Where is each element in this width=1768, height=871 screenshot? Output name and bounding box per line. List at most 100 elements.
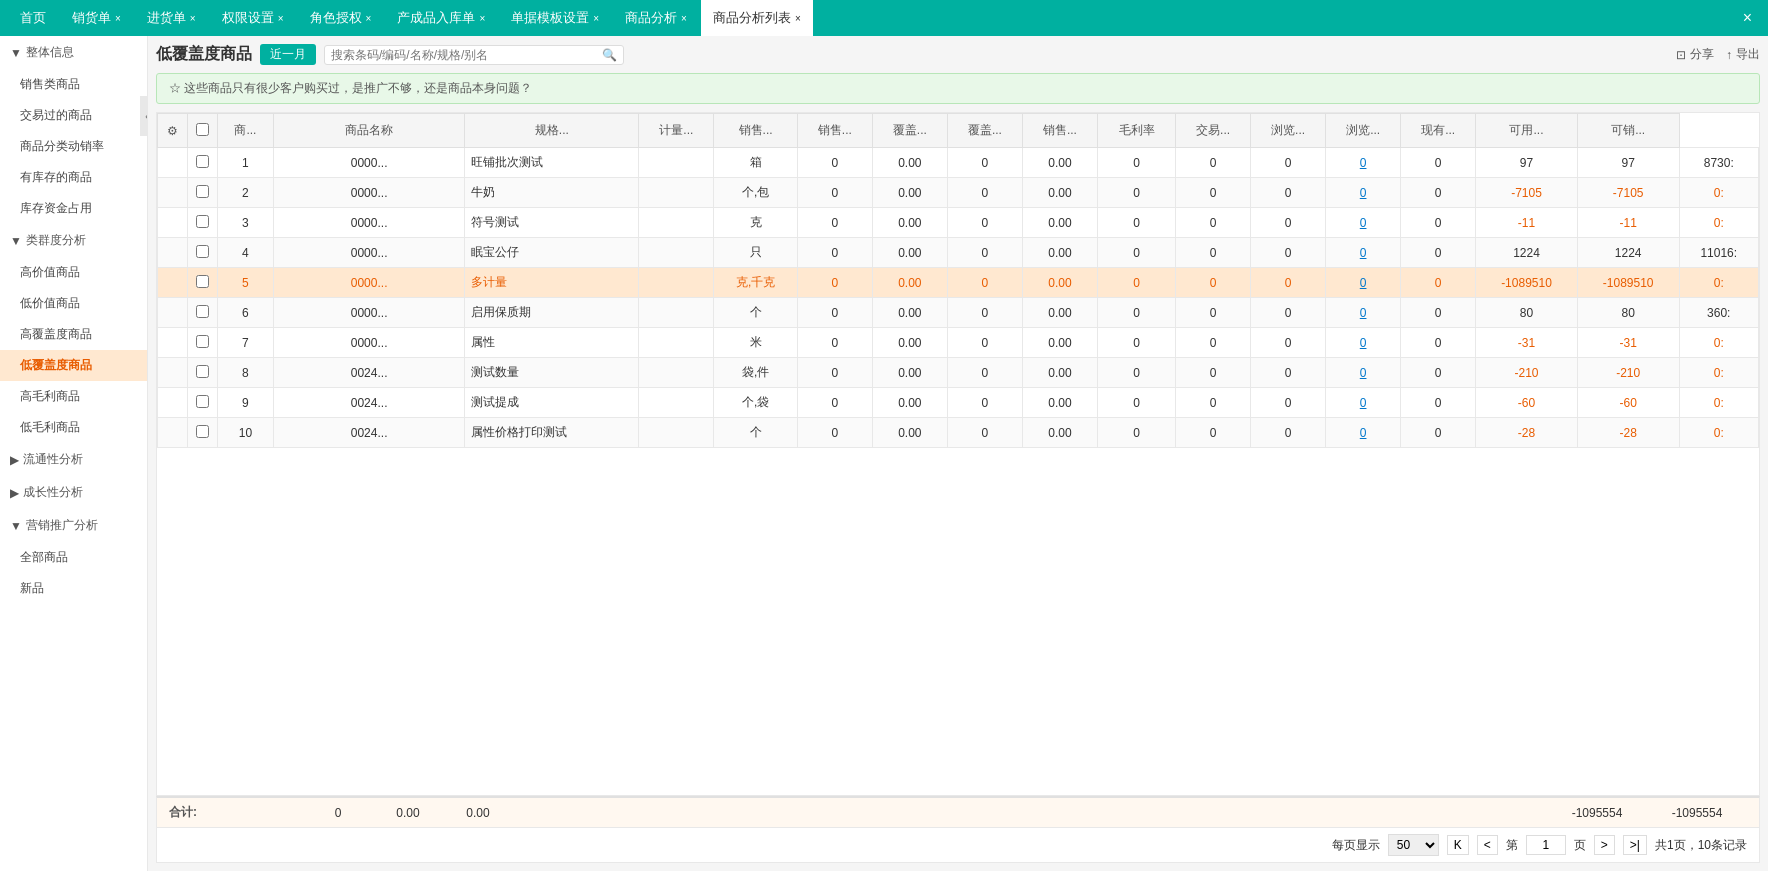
nav-roles-close[interactable]: ×: [366, 13, 372, 24]
period-button[interactable]: 近一月: [260, 44, 316, 65]
row-select[interactable]: [196, 215, 209, 228]
row-browse1[interactable]: 0: [1326, 418, 1401, 448]
row-select[interactable]: [196, 305, 209, 318]
row-checkbox[interactable]: [188, 418, 218, 448]
sidebar-item-all-goods[interactable]: 全部商品: [0, 542, 147, 573]
sidebar-section-overview[interactable]: ▼ 整体信息: [0, 36, 147, 69]
search-box[interactable]: 🔍: [324, 45, 624, 65]
row-settings[interactable]: [158, 268, 188, 298]
row-checkbox[interactable]: [188, 328, 218, 358]
nav-analysis[interactable]: 商品分析 ×: [613, 0, 699, 36]
col-gross-margin[interactable]: 毛利率: [1097, 114, 1175, 148]
col-unit[interactable]: 计量...: [639, 114, 714, 148]
row-checkbox[interactable]: [188, 148, 218, 178]
row-browse1[interactable]: 0: [1326, 358, 1401, 388]
first-page-btn[interactable]: K: [1447, 835, 1469, 855]
col-code[interactable]: 商...: [218, 114, 274, 148]
col-settings[interactable]: ⚙: [158, 114, 188, 148]
row-browse1[interactable]: 0: [1326, 388, 1401, 418]
search-icon[interactable]: 🔍: [602, 48, 617, 62]
row-settings[interactable]: [158, 148, 188, 178]
sidebar-item-low-value[interactable]: 低价值商品: [0, 288, 147, 319]
sidebar-item-high-value[interactable]: 高价值商品: [0, 257, 147, 288]
data-table-container[interactable]: ⚙ 商... 商品名称 规格... 计量... 销售... 销售... 覆盖..…: [156, 112, 1760, 796]
export-button[interactable]: ↑ 导出: [1726, 46, 1760, 63]
col-name[interactable]: 商品名称: [273, 114, 464, 148]
nav-permissions-close[interactable]: ×: [278, 13, 284, 24]
row-browse1[interactable]: 0: [1326, 238, 1401, 268]
row-browse1[interactable]: 0: [1326, 298, 1401, 328]
col-trade[interactable]: 交易...: [1176, 114, 1251, 148]
row-checkbox[interactable]: [188, 388, 218, 418]
search-input[interactable]: [331, 48, 598, 62]
page-number-input[interactable]: [1526, 835, 1566, 855]
row-settings[interactable]: [158, 328, 188, 358]
row-checkbox[interactable]: [188, 178, 218, 208]
sidebar-section-liquidity[interactable]: ▶ 流通性分析: [0, 443, 147, 476]
sidebar-section-cluster[interactable]: ▼ 类群度分析: [0, 224, 147, 257]
per-page-select[interactable]: 50 100 200: [1388, 834, 1439, 856]
select-all-checkbox[interactable]: [196, 123, 209, 136]
sidebar-section-growth[interactable]: ▶ 成长性分析: [0, 476, 147, 509]
nav-template[interactable]: 单据模板设置 ×: [499, 0, 611, 36]
row-settings[interactable]: [158, 238, 188, 268]
row-browse1[interactable]: 0: [1326, 148, 1401, 178]
row-select[interactable]: [196, 245, 209, 258]
row-select[interactable]: [196, 275, 209, 288]
sidebar-item-stocked-goods[interactable]: 有库存的商品: [0, 162, 147, 193]
col-browse2[interactable]: 浏览...: [1326, 114, 1401, 148]
sidebar-item-high-margin[interactable]: 高毛利商品: [0, 381, 147, 412]
next-page-btn[interactable]: >: [1594, 835, 1615, 855]
nav-permissions[interactable]: 权限设置 ×: [210, 0, 296, 36]
nav-template-close[interactable]: ×: [593, 13, 599, 24]
row-select[interactable]: [196, 395, 209, 408]
sidebar-item-high-coverage[interactable]: 高覆盖度商品: [0, 319, 147, 350]
row-browse1[interactable]: 0: [1326, 208, 1401, 238]
nav-home[interactable]: 首页: [8, 0, 58, 36]
col-checkbox[interactable]: [188, 114, 218, 148]
row-select[interactable]: [196, 335, 209, 348]
nav-production-close[interactable]: ×: [479, 13, 485, 24]
sidebar-item-low-margin[interactable]: 低毛利商品: [0, 412, 147, 443]
row-select[interactable]: [196, 425, 209, 438]
nav-purchase[interactable]: 进货单 ×: [135, 0, 208, 36]
sidebar-item-new-goods[interactable]: 新品: [0, 573, 147, 604]
nav-roles[interactable]: 角色授权 ×: [298, 0, 384, 36]
col-coverage2[interactable]: 覆盖...: [947, 114, 1022, 148]
row-checkbox[interactable]: [188, 358, 218, 388]
row-settings[interactable]: [158, 358, 188, 388]
sidebar-item-category-rate[interactable]: 商品分类动销率: [0, 131, 147, 162]
sidebar-item-sales-goods[interactable]: 销售类商品: [0, 69, 147, 100]
last-page-btn[interactable]: >|: [1623, 835, 1647, 855]
col-current-stock[interactable]: 现有...: [1401, 114, 1476, 148]
row-settings[interactable]: [158, 418, 188, 448]
prev-page-btn[interactable]: <: [1477, 835, 1498, 855]
row-settings[interactable]: [158, 178, 188, 208]
col-spec[interactable]: 规格...: [465, 114, 639, 148]
row-checkbox[interactable]: [188, 208, 218, 238]
window-close-btn[interactable]: ×: [1735, 9, 1760, 27]
col-sales3[interactable]: 销售...: [1022, 114, 1097, 148]
row-select[interactable]: [196, 365, 209, 378]
col-coverage1[interactable]: 覆盖...: [872, 114, 947, 148]
nav-sales-close[interactable]: ×: [115, 13, 121, 24]
row-settings[interactable]: [158, 388, 188, 418]
nav-sales-order[interactable]: 销货单 ×: [60, 0, 133, 36]
nav-analysis-list-close[interactable]: ×: [795, 13, 801, 24]
row-select[interactable]: [196, 155, 209, 168]
nav-analysis-list[interactable]: 商品分析列表 ×: [701, 0, 813, 36]
nav-production[interactable]: 产成品入库单 ×: [385, 0, 497, 36]
col-available-stock[interactable]: 可用...: [1476, 114, 1578, 148]
row-browse1[interactable]: 0: [1326, 268, 1401, 298]
col-saleable[interactable]: 可销...: [1577, 114, 1679, 148]
col-sales-qty[interactable]: 销售...: [714, 114, 798, 148]
row-browse1[interactable]: 0: [1326, 178, 1401, 208]
row-settings[interactable]: [158, 298, 188, 328]
sidebar-item-traded-goods[interactable]: 交易过的商品: [0, 100, 147, 131]
sidebar-item-capital[interactable]: 库存资金占用: [0, 193, 147, 224]
row-checkbox[interactable]: [188, 298, 218, 328]
row-checkbox[interactable]: [188, 238, 218, 268]
row-browse1[interactable]: 0: [1326, 328, 1401, 358]
nav-purchase-close[interactable]: ×: [190, 13, 196, 24]
share-button[interactable]: ⊡ 分享: [1676, 46, 1714, 63]
